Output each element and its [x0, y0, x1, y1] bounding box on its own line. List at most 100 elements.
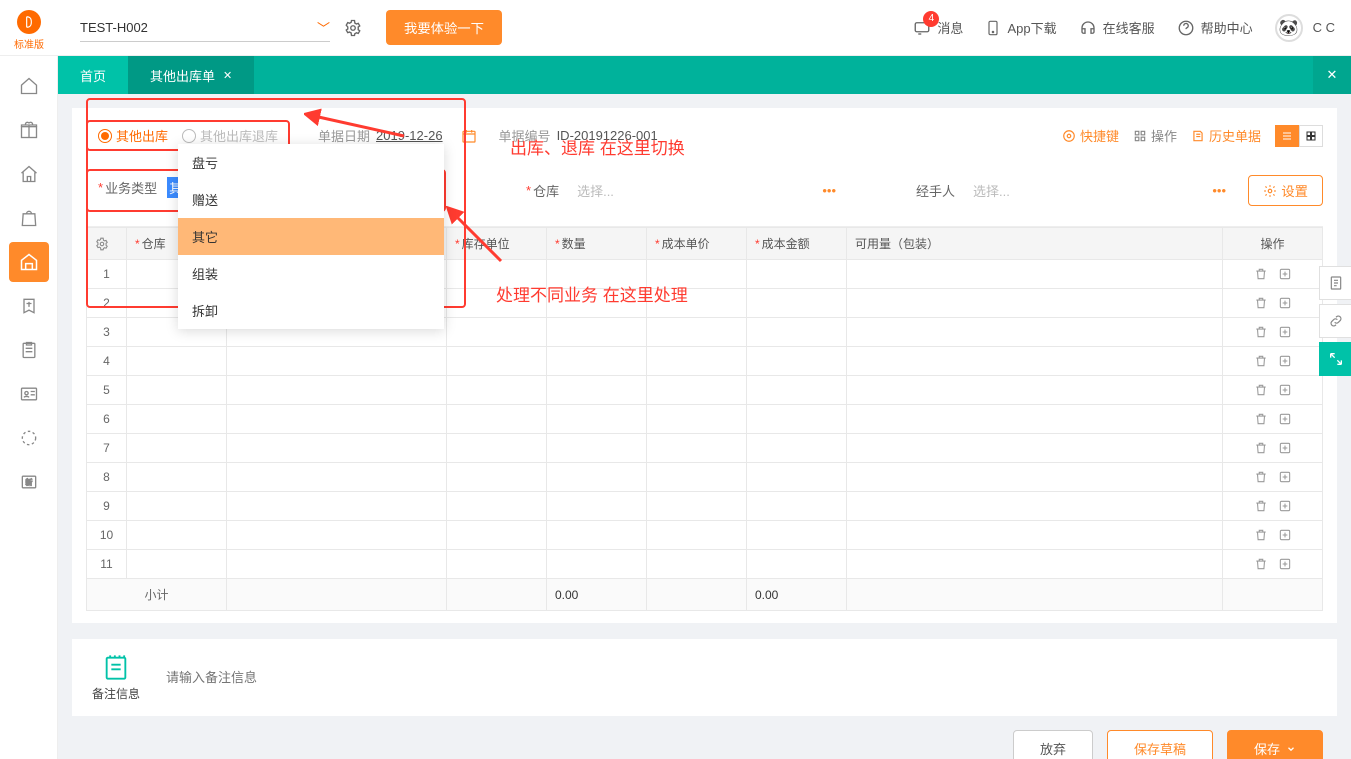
svg-text:新: 新 — [25, 478, 32, 487]
nav-house-icon[interactable] — [9, 154, 49, 194]
mobile-icon — [985, 19, 1001, 37]
delete-icon[interactable] — [1254, 499, 1268, 513]
nav-home-icon[interactable] — [9, 66, 49, 106]
delete-icon[interactable] — [1254, 441, 1268, 455]
more-icon[interactable]: ••• — [1212, 183, 1226, 198]
nav-bag-icon[interactable] — [9, 198, 49, 238]
table-row[interactable]: 6 — [87, 405, 1323, 434]
add-icon[interactable] — [1278, 412, 1292, 426]
col-operate: 操作 — [1223, 228, 1323, 260]
help-link[interactable]: 帮助中心 — [1177, 18, 1253, 37]
add-icon[interactable] — [1278, 325, 1292, 339]
nav-ring-icon[interactable] — [9, 418, 49, 458]
add-icon[interactable] — [1278, 383, 1292, 397]
nav-gift-icon[interactable] — [9, 110, 49, 150]
right-rail — [1319, 266, 1351, 380]
dropdown-item[interactable]: 赠送 — [178, 181, 444, 218]
nav-money-icon[interactable] — [9, 286, 49, 326]
dropdown-item[interactable]: 拆卸 — [178, 292, 444, 329]
remark-input[interactable] — [166, 670, 1323, 685]
chevron-down-icon: ﹀ — [317, 18, 330, 37]
add-icon[interactable] — [1278, 470, 1292, 484]
annotation-arrow-icon — [446, 206, 506, 266]
delete-icon[interactable] — [1254, 412, 1268, 426]
shortcut-link[interactable]: 快捷键 — [1062, 126, 1119, 145]
store-name: TEST-H002 — [80, 20, 148, 35]
calendar-icon[interactable] — [461, 128, 477, 144]
add-icon[interactable] — [1278, 499, 1292, 513]
view-list-icon[interactable] — [1275, 125, 1299, 147]
business-type-dropdown: 盘亏 赠送 其它 组装 拆卸 — [178, 144, 444, 329]
delete-icon[interactable] — [1254, 354, 1268, 368]
brand: 标准版 — [0, 4, 58, 51]
nav-new-icon[interactable]: 新 — [9, 462, 49, 502]
save-button[interactable]: 保存 — [1227, 730, 1323, 759]
delete-icon[interactable] — [1254, 325, 1268, 339]
brand-logo-icon — [17, 10, 41, 34]
handler-select[interactable]: 经手人 选择... ••• — [916, 181, 1226, 200]
add-icon[interactable] — [1278, 557, 1292, 571]
view-toggle — [1275, 125, 1323, 147]
rail-note-icon[interactable] — [1319, 266, 1351, 300]
radio-other-outbound[interactable]: 其他出库 — [98, 126, 168, 145]
radio-other-outbound-return[interactable]: 其他出库退库 — [182, 126, 278, 145]
operate-link[interactable]: 操作 — [1133, 126, 1177, 145]
col-qty: *数量 — [547, 228, 647, 260]
annotation-text: 出库、退库 在这里切换 — [510, 134, 685, 159]
top-header: 标准版 TEST-H002 ﹀ 我要体验一下 4 消息 App下载 在线客服 帮… — [0, 0, 1351, 56]
table-gear-icon[interactable] — [87, 228, 127, 260]
warehouse-select[interactable]: * 仓库 选择... ••• — [526, 181, 836, 200]
delete-icon[interactable] — [1254, 470, 1268, 484]
save-draft-button[interactable]: 保存草稿 — [1107, 730, 1213, 759]
table-row[interactable]: 9 — [87, 492, 1323, 521]
delete-icon[interactable] — [1254, 267, 1268, 281]
headset-icon — [1079, 19, 1097, 37]
nav-clipboard-icon[interactable] — [9, 330, 49, 370]
add-icon[interactable] — [1278, 441, 1292, 455]
try-button[interactable]: 我要体验一下 — [386, 10, 502, 45]
dropdown-item[interactable]: 盘亏 — [178, 144, 444, 181]
messages-link[interactable]: 4 消息 — [913, 18, 963, 37]
settings-button[interactable]: 设置 — [1248, 175, 1323, 206]
help-icon — [1177, 19, 1195, 37]
table-row[interactable]: 4 — [87, 347, 1323, 376]
close-all-tabs-icon[interactable]: ✕ — [1313, 56, 1351, 94]
support-link[interactable]: 在线客服 — [1079, 18, 1155, 37]
rail-link-icon[interactable] — [1319, 304, 1351, 338]
close-icon[interactable]: ✕ — [223, 69, 232, 82]
col-available: 可用量（包装） — [847, 228, 1223, 260]
add-icon[interactable] — [1278, 296, 1292, 310]
footer: 放弃 保存草稿 保存 — [72, 716, 1337, 759]
store-select[interactable]: TEST-H002 ﹀ — [80, 14, 330, 42]
view-grid-icon[interactable] — [1299, 125, 1323, 147]
add-icon[interactable] — [1278, 267, 1292, 281]
table-row[interactable]: 10 — [87, 521, 1323, 550]
delete-icon[interactable] — [1254, 557, 1268, 571]
table-row[interactable]: 5 — [87, 376, 1323, 405]
subtotal-row: 小计 0.00 0.00 — [87, 579, 1323, 611]
dropdown-item[interactable]: 其它 — [178, 218, 444, 255]
main-area: 首页 其他出库单 ✕ ✕ 其他出库 其他 — [58, 56, 1351, 759]
nav-warehouse-icon[interactable] — [9, 242, 49, 282]
more-icon[interactable]: ••• — [822, 183, 836, 198]
gear-icon[interactable] — [344, 19, 362, 37]
history-link[interactable]: 历史单据 — [1191, 126, 1261, 145]
dropdown-item[interactable]: 组装 — [178, 255, 444, 292]
table-row[interactable]: 8 — [87, 463, 1323, 492]
table-row[interactable]: 7 — [87, 434, 1323, 463]
add-icon[interactable] — [1278, 528, 1292, 542]
nav-id-icon[interactable] — [9, 374, 49, 414]
table-row[interactable]: 11 — [87, 550, 1323, 579]
delete-icon[interactable] — [1254, 383, 1268, 397]
avatar[interactable]: 🐼 — [1275, 14, 1303, 42]
discard-button[interactable]: 放弃 — [1013, 730, 1093, 759]
add-icon[interactable] — [1278, 354, 1292, 368]
col-cost-amount: *成本金额 — [747, 228, 847, 260]
app-download-link[interactable]: App下载 — [985, 18, 1056, 37]
delete-icon[interactable] — [1254, 528, 1268, 542]
tab-other-outbound[interactable]: 其他出库单 ✕ — [128, 56, 254, 94]
content: 其他出库 其他出库退库 单据日期 2019-12-26 单据编号 — [58, 94, 1351, 759]
tab-home[interactable]: 首页 — [58, 56, 128, 94]
delete-icon[interactable] — [1254, 296, 1268, 310]
rail-expand-icon[interactable] — [1319, 342, 1351, 376]
